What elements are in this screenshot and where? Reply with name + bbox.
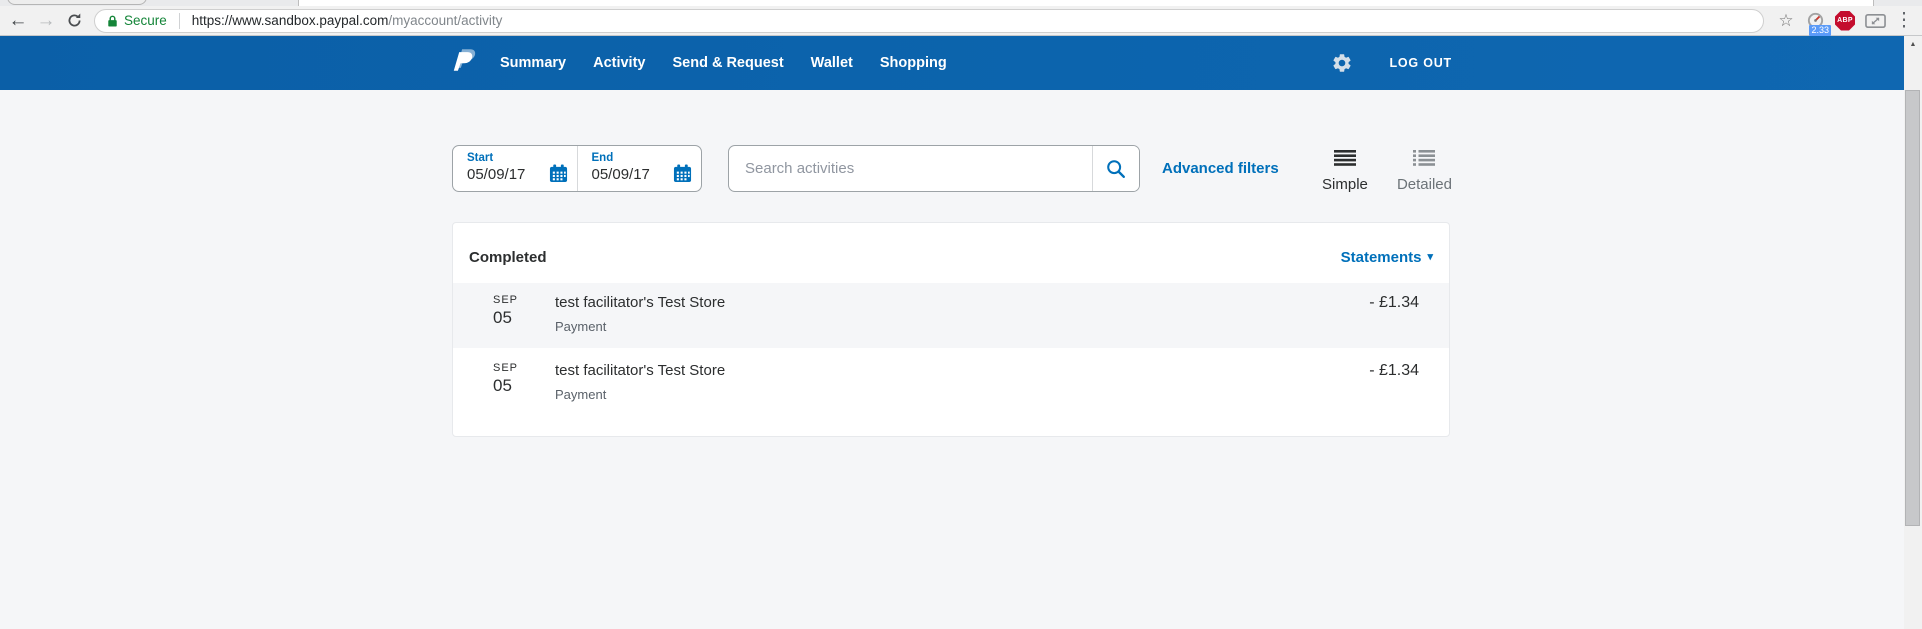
section-title: Completed bbox=[469, 249, 547, 266]
transaction-row[interactable]: SEP 05 test facilitator's Test Store Pay… bbox=[453, 283, 1449, 348]
forward-icon: → bbox=[36, 10, 56, 31]
transaction-type: Payment bbox=[555, 387, 607, 402]
filter-row: Start 05/09/17 End 05/09/17 Search activ… bbox=[452, 144, 1452, 193]
paypal-logo[interactable] bbox=[452, 48, 478, 78]
reload-button[interactable] bbox=[60, 7, 88, 35]
scroll-up-button[interactable]: ▲ bbox=[1904, 36, 1922, 52]
transaction-date: SEP 05 bbox=[493, 294, 543, 328]
date-range-picker: Start 05/09/17 End 05/09/17 bbox=[452, 145, 702, 192]
primary-nav: Summary Activity Send & Request Wallet S… bbox=[500, 55, 947, 71]
simple-label: Simple bbox=[1322, 176, 1368, 193]
star-icon: ☆ bbox=[1778, 11, 1794, 30]
transaction-day: 05 bbox=[493, 308, 512, 327]
search-box bbox=[728, 145, 1140, 192]
screen: ← → Secure https://www.sandbox.paypal.co… bbox=[0, 0, 1922, 629]
logout-button[interactable]: LOG OUT bbox=[1389, 56, 1452, 70]
nav-item-activity[interactable]: Activity bbox=[593, 55, 645, 71]
url-bar[interactable]: Secure https://www.sandbox.paypal.com /m… bbox=[94, 8, 1764, 33]
abp-icon: ABP bbox=[1835, 10, 1855, 31]
detailed-label: Detailed bbox=[1396, 176, 1452, 193]
advanced-filters-link[interactable]: Advanced filters bbox=[1162, 160, 1279, 177]
scroll-up-icon: ▲ bbox=[1909, 40, 1917, 48]
url-divider bbox=[178, 12, 180, 29]
end-date-label: End bbox=[591, 152, 614, 164]
transaction-type: Payment bbox=[555, 319, 607, 334]
nav-item-wallet[interactable]: Wallet bbox=[811, 55, 853, 71]
extension-badge: 2.33 bbox=[1809, 24, 1831, 36]
transaction-month: SEP bbox=[493, 294, 519, 306]
activity-card-header: Completed Statements ▾ bbox=[453, 223, 1449, 266]
transaction-date: SEP 05 bbox=[493, 362, 543, 396]
view-toggles: Simple Detailed bbox=[1319, 144, 1452, 193]
forward-button[interactable]: → bbox=[32, 7, 60, 35]
start-date-field[interactable]: Start 05/09/17 bbox=[453, 146, 577, 191]
extension-resizer-button[interactable] bbox=[1860, 7, 1890, 35]
calendar-icon[interactable] bbox=[549, 164, 568, 183]
extension-speedtest-button[interactable]: 2.33 bbox=[1800, 7, 1831, 36]
bookmark-star-button[interactable]: ☆ bbox=[1772, 7, 1800, 35]
nav-item-send-request[interactable]: Send & Request bbox=[672, 55, 783, 71]
browser-menu-button[interactable]: ⋮ bbox=[1890, 7, 1918, 35]
paypal-header: Summary Activity Send & Request Wallet S… bbox=[0, 36, 1904, 90]
scrollbar: ▲ bbox=[1904, 36, 1922, 629]
reload-icon bbox=[68, 13, 80, 27]
gear-icon bbox=[1333, 54, 1352, 72]
transaction-info: test facilitator's Test Store Payment bbox=[555, 294, 725, 334]
browser-toolbar: ← → Secure https://www.sandbox.paypal.co… bbox=[0, 6, 1922, 36]
transaction-day: 05 bbox=[493, 376, 512, 395]
extension-adblock-button[interactable]: ABP bbox=[1830, 7, 1860, 35]
statements-label: Statements bbox=[1340, 249, 1422, 266]
browser-tab-inactive[interactable] bbox=[7, 0, 147, 5]
search-icon bbox=[1107, 159, 1125, 178]
back-button[interactable]: ← bbox=[4, 7, 32, 35]
calendar-icon[interactable] bbox=[673, 164, 692, 183]
settings-button[interactable] bbox=[1331, 52, 1353, 74]
transaction-row[interactable]: SEP 05 test facilitator's Test Store Pay… bbox=[453, 348, 1449, 416]
transaction-list: SEP 05 test facilitator's Test Store Pay… bbox=[453, 283, 1449, 416]
url-text: https://www.sandbox.paypal.com bbox=[191, 13, 389, 28]
back-icon: ← bbox=[8, 10, 28, 31]
window-resize-icon bbox=[1864, 13, 1886, 28]
search-button[interactable] bbox=[1092, 146, 1139, 191]
transaction-amount: - £1.34 bbox=[1369, 362, 1419, 379]
scrollbar-thumb[interactable] bbox=[1905, 90, 1920, 526]
end-date-field[interactable]: End 05/09/17 bbox=[576, 146, 702, 191]
transaction-title: test facilitator's Test Store bbox=[555, 294, 726, 311]
search-input[interactable] bbox=[729, 146, 1092, 191]
secure-chip[interactable]: Secure bbox=[107, 13, 167, 28]
page-background: Start 05/09/17 End 05/09/17 Search activ… bbox=[0, 90, 1904, 629]
transaction-title: test facilitator's Test Store bbox=[555, 362, 726, 379]
lock-icon bbox=[108, 15, 117, 26]
statements-dropdown[interactable]: Statements ▾ bbox=[1341, 249, 1433, 266]
start-date-label: Start bbox=[467, 152, 494, 164]
detailed-view-icon bbox=[1413, 150, 1436, 166]
view-simple-toggle[interactable]: Simple bbox=[1319, 150, 1371, 193]
transaction-amount: - £1.34 bbox=[1369, 294, 1419, 311]
nav-item-shopping[interactable]: Shopping bbox=[880, 55, 947, 71]
view-detailed-toggle[interactable]: Detailed bbox=[1397, 150, 1452, 193]
transaction-info: test facilitator's Test Store Payment bbox=[555, 362, 725, 402]
secure-label: Secure bbox=[124, 13, 167, 28]
simple-view-icon bbox=[1333, 150, 1356, 166]
activity-card: Completed Statements ▾ SEP 05 test facil… bbox=[452, 222, 1450, 437]
menu-dots-icon: ⋮ bbox=[1894, 10, 1914, 31]
url-path-text: /myaccount/activity bbox=[388, 13, 503, 28]
transaction-month: SEP bbox=[493, 362, 519, 374]
nav-item-summary[interactable]: Summary bbox=[500, 55, 566, 71]
chevron-down-icon: ▾ bbox=[1427, 251, 1433, 263]
